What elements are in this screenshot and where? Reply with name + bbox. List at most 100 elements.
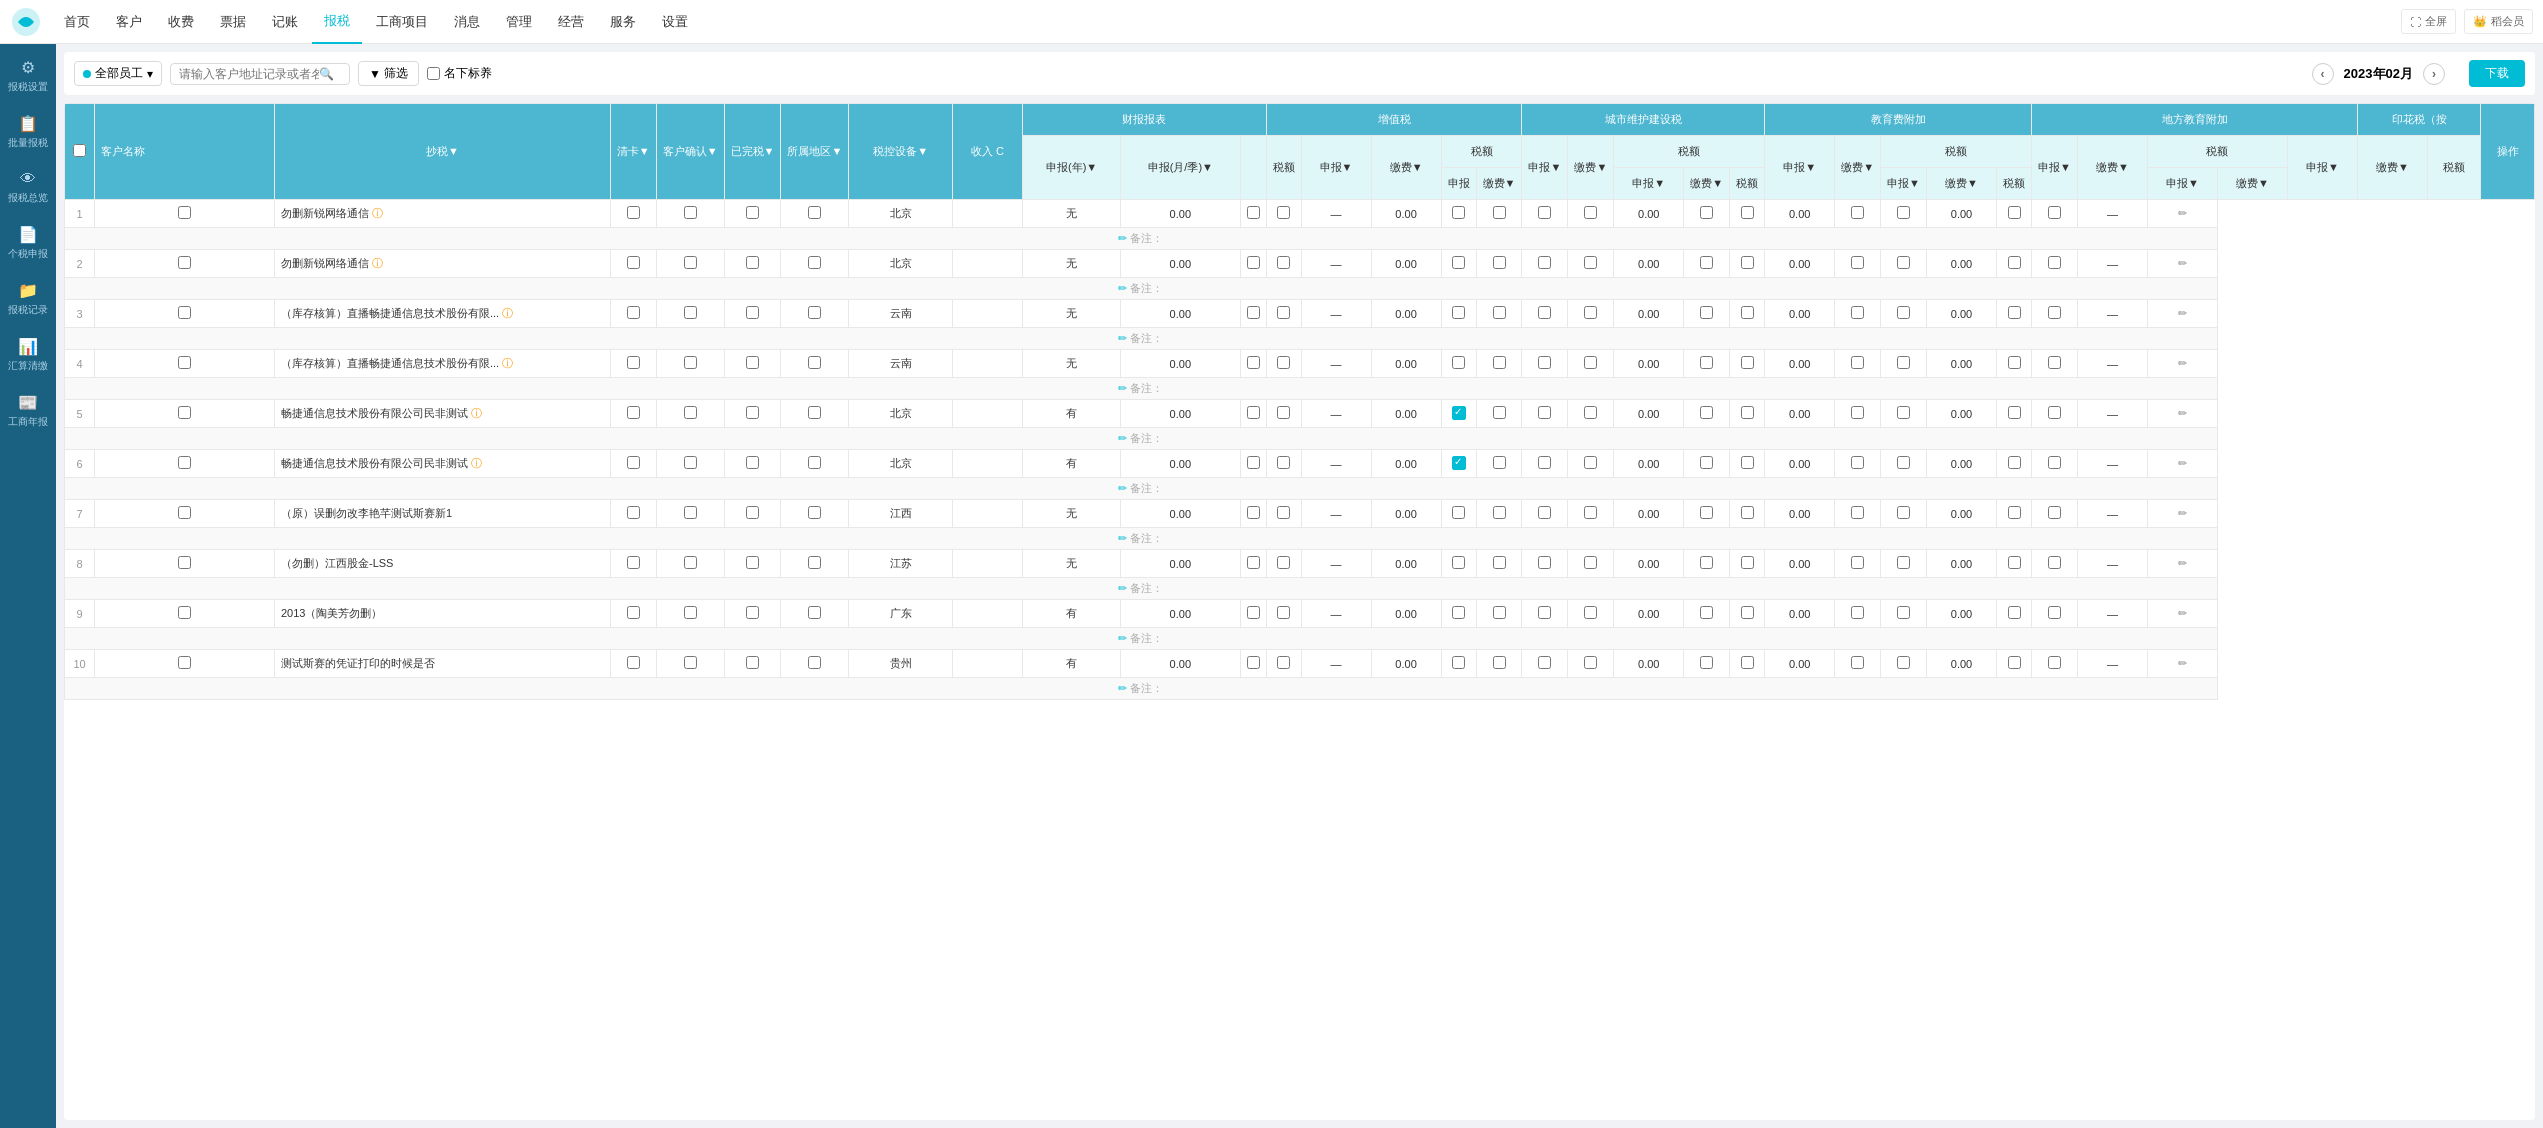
row-checkbox[interactable] — [1741, 356, 1754, 369]
row-checkbox[interactable] — [178, 656, 191, 669]
row-checkbox[interactable] — [684, 456, 697, 469]
leftnav-taxsettings[interactable]: ⚙ 报税设置 — [0, 48, 56, 104]
names-checkbox[interactable] — [427, 67, 440, 80]
row-checkbox[interactable] — [684, 656, 697, 669]
edit-cell[interactable]: ✏ — [2147, 350, 2217, 378]
row-checkbox[interactable] — [178, 306, 191, 319]
row-checkbox[interactable] — [2008, 456, 2021, 469]
row-checkbox[interactable] — [1741, 556, 1754, 569]
row-checkbox[interactable] — [178, 356, 191, 369]
row-checkbox[interactable] — [2048, 356, 2061, 369]
row-checkbox[interactable] — [627, 356, 640, 369]
row-checkbox[interactable] — [1897, 256, 1910, 269]
row-checkbox[interactable] — [1493, 406, 1506, 419]
row-checkbox[interactable] — [684, 606, 697, 619]
row-checkbox[interactable] — [1584, 406, 1597, 419]
edit-cell[interactable]: ✏ — [2147, 400, 2217, 428]
nav-billing[interactable]: 收费 — [156, 0, 206, 44]
row-checkbox[interactable] — [808, 456, 821, 469]
row-checkbox[interactable] — [2048, 256, 2061, 269]
row-checkbox[interactable] — [1538, 456, 1551, 469]
nav-bookkeeping[interactable]: 记账 — [260, 0, 310, 44]
edit-icon[interactable]: ✏ — [2178, 357, 2187, 369]
row-checkbox[interactable] — [1897, 356, 1910, 369]
row-checkbox[interactable] — [2008, 356, 2021, 369]
row-checkbox[interactable] — [1277, 206, 1290, 219]
row-checkbox[interactable] — [627, 656, 640, 669]
row-checkbox[interactable] — [1851, 506, 1864, 519]
row-checkbox[interactable] — [1452, 206, 1465, 219]
row-checkbox[interactable] — [1897, 406, 1910, 419]
row-checkbox[interactable] — [627, 506, 640, 519]
row-checkbox[interactable] — [2048, 406, 2061, 419]
row-checkbox[interactable] — [1277, 256, 1290, 269]
edit-cell[interactable]: ✏ — [2147, 550, 2217, 578]
checkbox-label[interactable]: 名下标养 — [427, 65, 492, 82]
row-checkbox[interactable] — [2008, 256, 2021, 269]
nav-client[interactable]: 客户 — [104, 0, 154, 44]
row-checkbox[interactable] — [1493, 206, 1506, 219]
row-checkbox[interactable] — [1584, 506, 1597, 519]
row-checkbox[interactable] — [1741, 506, 1754, 519]
edit-icon[interactable]: ✏ — [2178, 407, 2187, 419]
row-checkbox[interactable] — [627, 606, 640, 619]
nav-ops[interactable]: 经营 — [546, 0, 596, 44]
row-checkbox[interactable] — [1851, 206, 1864, 219]
row-checkbox[interactable] — [746, 456, 759, 469]
row-checkbox[interactable] — [1584, 556, 1597, 569]
next-month-btn[interactable]: › — [2423, 63, 2445, 85]
row-checkbox[interactable] — [627, 206, 640, 219]
row-checkbox[interactable] — [1700, 256, 1713, 269]
row-checkbox[interactable] — [1741, 206, 1754, 219]
search-box[interactable]: 🔍 — [170, 63, 350, 85]
row-checkbox[interactable] — [1851, 456, 1864, 469]
row-checkbox[interactable] — [1897, 456, 1910, 469]
row-checkbox[interactable] — [746, 356, 759, 369]
row-checkbox[interactable] — [1452, 556, 1465, 569]
row-checkbox[interactable] — [2048, 506, 2061, 519]
fullscreen-btn[interactable]: ⛶ 全屏 — [2401, 9, 2456, 34]
row-checkbox[interactable] — [178, 506, 191, 519]
row-checkbox[interactable] — [178, 256, 191, 269]
row-checkbox[interactable] — [1700, 406, 1713, 419]
row-checkbox[interactable] — [2008, 306, 2021, 319]
row-checkbox[interactable] — [1584, 456, 1597, 469]
row-checkbox[interactable] — [1452, 656, 1465, 669]
row-checkbox[interactable] — [1277, 506, 1290, 519]
row-checkbox[interactable] — [1851, 256, 1864, 269]
nav-msg[interactable]: 消息 — [442, 0, 492, 44]
row-checkbox[interactable] — [1277, 356, 1290, 369]
edit-icon[interactable]: ✏ — [2178, 207, 2187, 219]
row-checkbox[interactable] — [1277, 656, 1290, 669]
edit-cell[interactable]: ✏ — [2147, 500, 2217, 528]
row-checkbox[interactable] — [1538, 406, 1551, 419]
edit-icon[interactable]: ✏ — [2178, 457, 2187, 469]
row-checkbox[interactable] — [808, 656, 821, 669]
row-checkbox[interactable] — [1897, 556, 1910, 569]
nav-settings[interactable]: 设置 — [650, 0, 700, 44]
leftnav-records[interactable]: 📁 报税记录 — [0, 271, 56, 327]
row-checkbox[interactable] — [1538, 206, 1551, 219]
row-checkbox[interactable] — [1452, 606, 1465, 619]
row-checkbox[interactable] — [1538, 556, 1551, 569]
row-checkbox[interactable] — [1741, 456, 1754, 469]
row-checkbox[interactable] — [1584, 356, 1597, 369]
employee-filter[interactable]: 全部员工 ▾ — [74, 61, 162, 86]
row-checkbox[interactable] — [1247, 506, 1260, 519]
row-checkbox[interactable] — [1700, 306, 1713, 319]
edit-icon[interactable]: ✏ — [2178, 307, 2187, 319]
row-checkbox[interactable] — [178, 206, 191, 219]
row-checkbox[interactable] — [627, 456, 640, 469]
row-checkbox[interactable] — [746, 556, 759, 569]
edit-cell[interactable]: ✏ — [2147, 300, 2217, 328]
row-checkbox[interactable] — [1493, 506, 1506, 519]
row-checkbox[interactable] — [1700, 606, 1713, 619]
row-checkbox[interactable] — [684, 306, 697, 319]
row-checkbox[interactable] — [1247, 356, 1260, 369]
edit-cell[interactable]: ✏ — [2147, 650, 2217, 678]
row-checkbox[interactable] — [1851, 306, 1864, 319]
row-checkbox[interactable] — [1897, 206, 1910, 219]
row-checkbox[interactable] — [1897, 306, 1910, 319]
row-checkbox[interactable] — [1277, 606, 1290, 619]
row-checkbox[interactable] — [1700, 506, 1713, 519]
